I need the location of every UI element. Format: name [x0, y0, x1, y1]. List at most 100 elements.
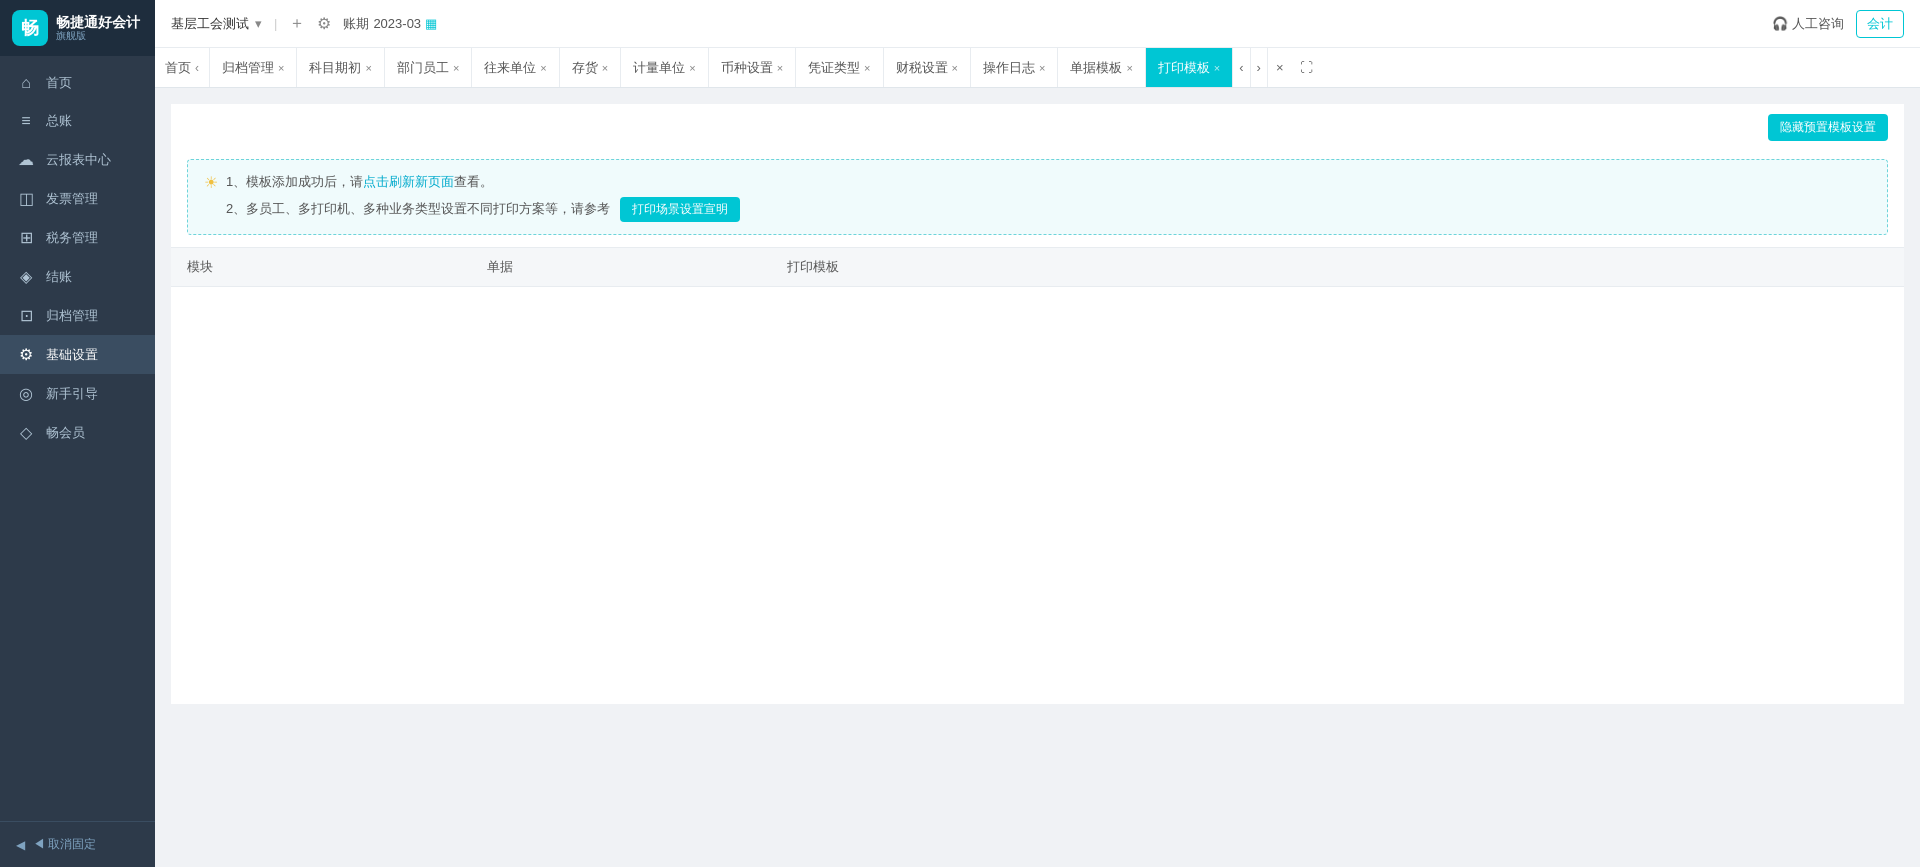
tab-home-back-icon: ‹ [195, 61, 199, 75]
sidebar-item-guide[interactable]: ◎ 新手引导 [0, 374, 155, 413]
period-value: 2023-03 [373, 16, 421, 31]
tab-dept-staff[interactable]: 部门员工 × [385, 48, 472, 87]
tab-single-form-close[interactable]: × [1126, 62, 1132, 74]
tab-operation-log[interactable]: 操作日志 × [971, 48, 1058, 87]
topbar-period: 账期 2023-03 ▦ [343, 15, 437, 33]
table-col-template: 打印模板 [787, 258, 1888, 276]
archive-icon: ⊡ [16, 306, 36, 325]
tab-currency[interactable]: 币种设置 × [709, 48, 796, 87]
tab-counterpart-label: 往来单位 [484, 59, 536, 77]
tab-counterpart[interactable]: 往来单位 × [472, 48, 559, 87]
tab-archive-mgmt-close[interactable]: × [278, 62, 284, 74]
topbar-divider: | [274, 16, 277, 31]
sidebar-footer-unpin[interactable]: ◀ ◀ 取消固定 [0, 821, 155, 867]
calendar-icon[interactable]: ▦ [425, 16, 437, 31]
tab-counterpart-close[interactable]: × [540, 62, 546, 74]
company-dropdown-icon: ▾ [255, 16, 262, 31]
tab-voucher-type[interactable]: 凭证类型 × [796, 48, 883, 87]
customer-service-label: 人工咨询 [1792, 15, 1844, 33]
sidebar-item-home[interactable]: ⌂ 首页 [0, 64, 155, 102]
info-row-2: ☀ 2、多员工、多打印机、多种业务类型设置不同打印方案等，请参考 打印场景设置宣… [204, 197, 1871, 222]
table-col-doc: 单据 [487, 258, 787, 276]
tab-dept-staff-label: 部门员工 [397, 59, 449, 77]
tab-tax-settings[interactable]: 财税设置 × [884, 48, 971, 87]
unpin-icon: ◀ [16, 838, 25, 852]
content-area: 隐藏预置模板设置 ☀ 1、模板添加成功后，请点击刷新新页面查看。 ☀ 2、多员工… [155, 88, 1920, 867]
sidebar-item-ledger-label: 总账 [46, 112, 72, 130]
info-line1-suffix: 查看。 [454, 174, 493, 189]
settings-icon: ⚙ [16, 345, 36, 364]
tab-home[interactable]: 首页 ‹ [155, 48, 210, 87]
add-company-icon[interactable]: ＋ [289, 13, 305, 34]
tab-unit-close[interactable]: × [689, 62, 695, 74]
sidebar-item-closing[interactable]: ◈ 结账 [0, 257, 155, 296]
tab-inventory[interactable]: 存货 × [560, 48, 621, 87]
tab-print-template-close[interactable]: × [1214, 62, 1220, 74]
logo-subtitle: 旗舰版 [56, 30, 140, 42]
tab-print-template-label: 打印模板 [1158, 59, 1210, 77]
tab-voucher-type-close[interactable]: × [864, 62, 870, 74]
sidebar-item-member-label: 畅会员 [46, 424, 85, 442]
period-label: 账期 [343, 15, 369, 33]
tab-subject-init[interactable]: 科目期初 × [297, 48, 384, 87]
print-scene-btn[interactable]: 打印场景设置宣明 [620, 197, 740, 222]
sidebar-item-member[interactable]: ◇ 畅会员 [0, 413, 155, 452]
sidebar-item-reports[interactable]: ☁ 云报表中心 [0, 140, 155, 179]
sidebar-item-basic-label: 基础设置 [46, 346, 98, 364]
tax-icon: ⊞ [16, 228, 36, 247]
topbar-settings-icon[interactable]: ⚙ [317, 14, 331, 33]
sidebar-item-basic[interactable]: ⚙ 基础设置 [0, 335, 155, 374]
tab-archive-mgmt[interactable]: 归档管理 × [210, 48, 297, 87]
tab-currency-label: 币种设置 [721, 59, 773, 77]
sidebar-item-reports-label: 云报表中心 [46, 151, 111, 169]
reports-icon: ☁ [16, 150, 36, 169]
tab-unit-label: 计量单位 [633, 59, 685, 77]
sidebar-item-invoice[interactable]: ◫ 发票管理 [0, 179, 155, 218]
table-header: 模块 单据 打印模板 [171, 247, 1904, 287]
tab-dept-staff-close[interactable]: × [453, 62, 459, 74]
sidebar-logo: 畅 畅捷通好会计 旗舰版 [0, 0, 155, 56]
tab-single-form[interactable]: 单据模板 × [1058, 48, 1145, 87]
tab-close-all-btn[interactable]: × [1268, 48, 1292, 87]
hide-preset-template-btn[interactable]: 隐藏预置模板设置 [1768, 114, 1888, 141]
account-button[interactable]: 会计 [1856, 10, 1904, 38]
refresh-link[interactable]: 点击刷新新页面 [363, 174, 454, 189]
sidebar-item-home-label: 首页 [46, 74, 72, 92]
tab-home-label: 首页 [165, 59, 191, 77]
tab-subject-init-close[interactable]: × [365, 62, 371, 74]
tab-next-btn[interactable]: › [1251, 48, 1268, 87]
tab-archive-mgmt-label: 归档管理 [222, 59, 274, 77]
sidebar-item-tax-label: 税务管理 [46, 229, 98, 247]
info-line1-prefix: 1、模板添加成功后，请 [226, 174, 363, 189]
sidebar-item-ledger[interactable]: ≡ 总账 [0, 102, 155, 140]
sidebar-item-invoice-label: 发票管理 [46, 190, 98, 208]
tab-unit[interactable]: 计量单位 × [621, 48, 708, 87]
customer-service-btn[interactable]: 🎧 人工咨询 [1772, 15, 1844, 33]
company-selector[interactable]: 基层工会测试 ▾ [171, 15, 262, 33]
hide-template-btn-container: 隐藏预置模板设置 [171, 104, 1904, 147]
tab-inventory-close[interactable]: × [602, 62, 608, 74]
logo-title: 畅捷通好会计 [56, 14, 140, 31]
sidebar-item-archive[interactable]: ⊡ 归档管理 [0, 296, 155, 335]
tab-maximize-btn[interactable]: ⛶ [1292, 48, 1321, 87]
tab-tax-settings-close[interactable]: × [952, 62, 958, 74]
main-area: 基层工会测试 ▾ | ＋ ⚙ 账期 2023-03 ▦ 🎧 人工咨询 会计 首页… [155, 0, 1920, 867]
tabbar: 首页 ‹ 归档管理 × 科目期初 × 部门员工 × 往来单位 × 存货 × 计量… [155, 48, 1920, 88]
sidebar-nav: ⌂ 首页 ≡ 总账 ☁ 云报表中心 ◫ 发票管理 ⊞ 税务管理 ◈ 结账 ⊡ 归… [0, 56, 155, 821]
headset-icon: 🎧 [1772, 16, 1788, 31]
sidebar: 畅 畅捷通好会计 旗舰版 ⌂ 首页 ≡ 总账 ☁ 云报表中心 ◫ 发票管理 ⊞ … [0, 0, 155, 867]
member-icon: ◇ [16, 423, 36, 442]
topbar: 基层工会测试 ▾ | ＋ ⚙ 账期 2023-03 ▦ 🎧 人工咨询 会计 [155, 0, 1920, 48]
tab-voucher-type-label: 凭证类型 [808, 59, 860, 77]
tab-operation-log-close[interactable]: × [1039, 62, 1045, 74]
info-text-1: 1、模板添加成功后，请点击刷新新页面查看。 [226, 172, 493, 193]
tab-inventory-label: 存货 [572, 59, 598, 77]
tab-operation-log-label: 操作日志 [983, 59, 1035, 77]
tab-print-template[interactable]: 打印模板 × [1146, 48, 1233, 87]
invoice-icon: ◫ [16, 189, 36, 208]
info-line2-text: 2、多员工、多打印机、多种业务类型设置不同打印方案等，请参考 [226, 201, 610, 216]
sidebar-item-tax[interactable]: ⊞ 税务管理 [0, 218, 155, 257]
ledger-icon: ≡ [16, 112, 36, 130]
tab-prev-btn[interactable]: ‹ [1233, 48, 1250, 87]
tab-currency-close[interactable]: × [777, 62, 783, 74]
